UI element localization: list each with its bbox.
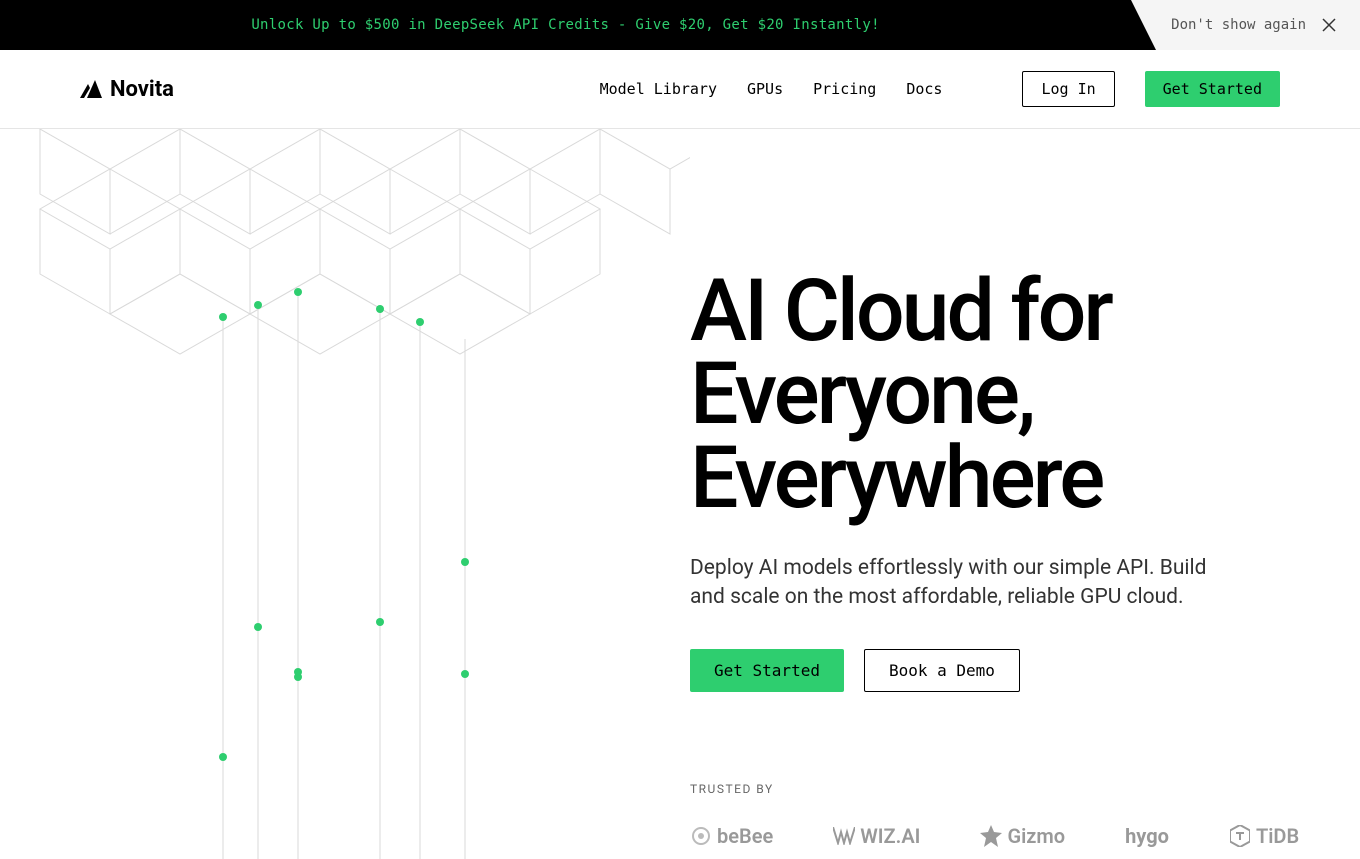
get-started-button[interactable]: Get Started (690, 649, 844, 692)
promo-text: Unlock Up to $500 in DeepSeek API Credit… (251, 17, 879, 33)
hero-content: AI Cloud for Everyone, Everywhere Deploy… (690, 269, 1280, 848)
get-started-nav-button[interactable]: Get Started (1145, 71, 1280, 107)
promo-banner-dismiss-area: Don't show again (1131, 0, 1360, 50)
partner-label: Gizmo (1007, 824, 1065, 848)
nav-gpus[interactable]: GPUs (747, 80, 783, 98)
hero-title: AI Cloud for Everyone, Everywhere (690, 269, 1280, 519)
brand-logo-icon (80, 80, 102, 98)
partner-label: TiDB (1256, 824, 1299, 848)
partner-bebee: beBee (690, 824, 773, 848)
trusted-by-label: TRUSTED BY (690, 782, 1280, 796)
hero-cta-row: Get Started Book a Demo (690, 649, 1280, 692)
site-header: Novita Model Library GPUs Pricing Docs L… (0, 50, 1360, 129)
promo-banner: Unlock Up to $500 in DeepSeek API Credit… (0, 0, 1360, 50)
hexagon-icon (1229, 825, 1251, 847)
partner-label: beBee (717, 824, 773, 848)
partner-gizmo: Gizmo (980, 824, 1065, 848)
partner-logos-row: beBee WIZ.AI Gizmo hygo T (690, 824, 1280, 848)
nav-model-library[interactable]: Model Library (600, 80, 717, 98)
book-demo-button[interactable]: Book a Demo (864, 649, 1020, 692)
partner-label: WIZ.AI (860, 824, 920, 848)
partner-hygo: hygo (1125, 824, 1169, 848)
hero-section: AI Cloud for Everyone, Everywhere Deploy… (0, 129, 1360, 859)
wiz-icon (833, 825, 855, 847)
star-icon (980, 825, 1002, 847)
bee-icon (690, 825, 712, 847)
brand-logo[interactable]: Novita (80, 77, 174, 102)
dismiss-label[interactable]: Don't show again (1171, 17, 1306, 33)
nav-pricing[interactable]: Pricing (813, 80, 876, 98)
hero-decoration (0, 129, 690, 859)
promo-banner-content[interactable]: Unlock Up to $500 in DeepSeek API Credit… (0, 0, 1131, 50)
close-icon[interactable] (1322, 18, 1336, 32)
partner-label: hygo (1125, 824, 1169, 848)
login-button[interactable]: Log In (1022, 71, 1114, 107)
nav-docs[interactable]: Docs (906, 80, 942, 98)
hero-subtitle: Deploy AI models effortlessly with our s… (690, 554, 1230, 611)
brand-name: Novita (110, 77, 174, 102)
partner-wizai: WIZ.AI (833, 824, 920, 848)
partner-tidb: TiDB (1229, 824, 1299, 848)
main-nav: Model Library GPUs Pricing Docs Log In G… (600, 71, 1280, 107)
